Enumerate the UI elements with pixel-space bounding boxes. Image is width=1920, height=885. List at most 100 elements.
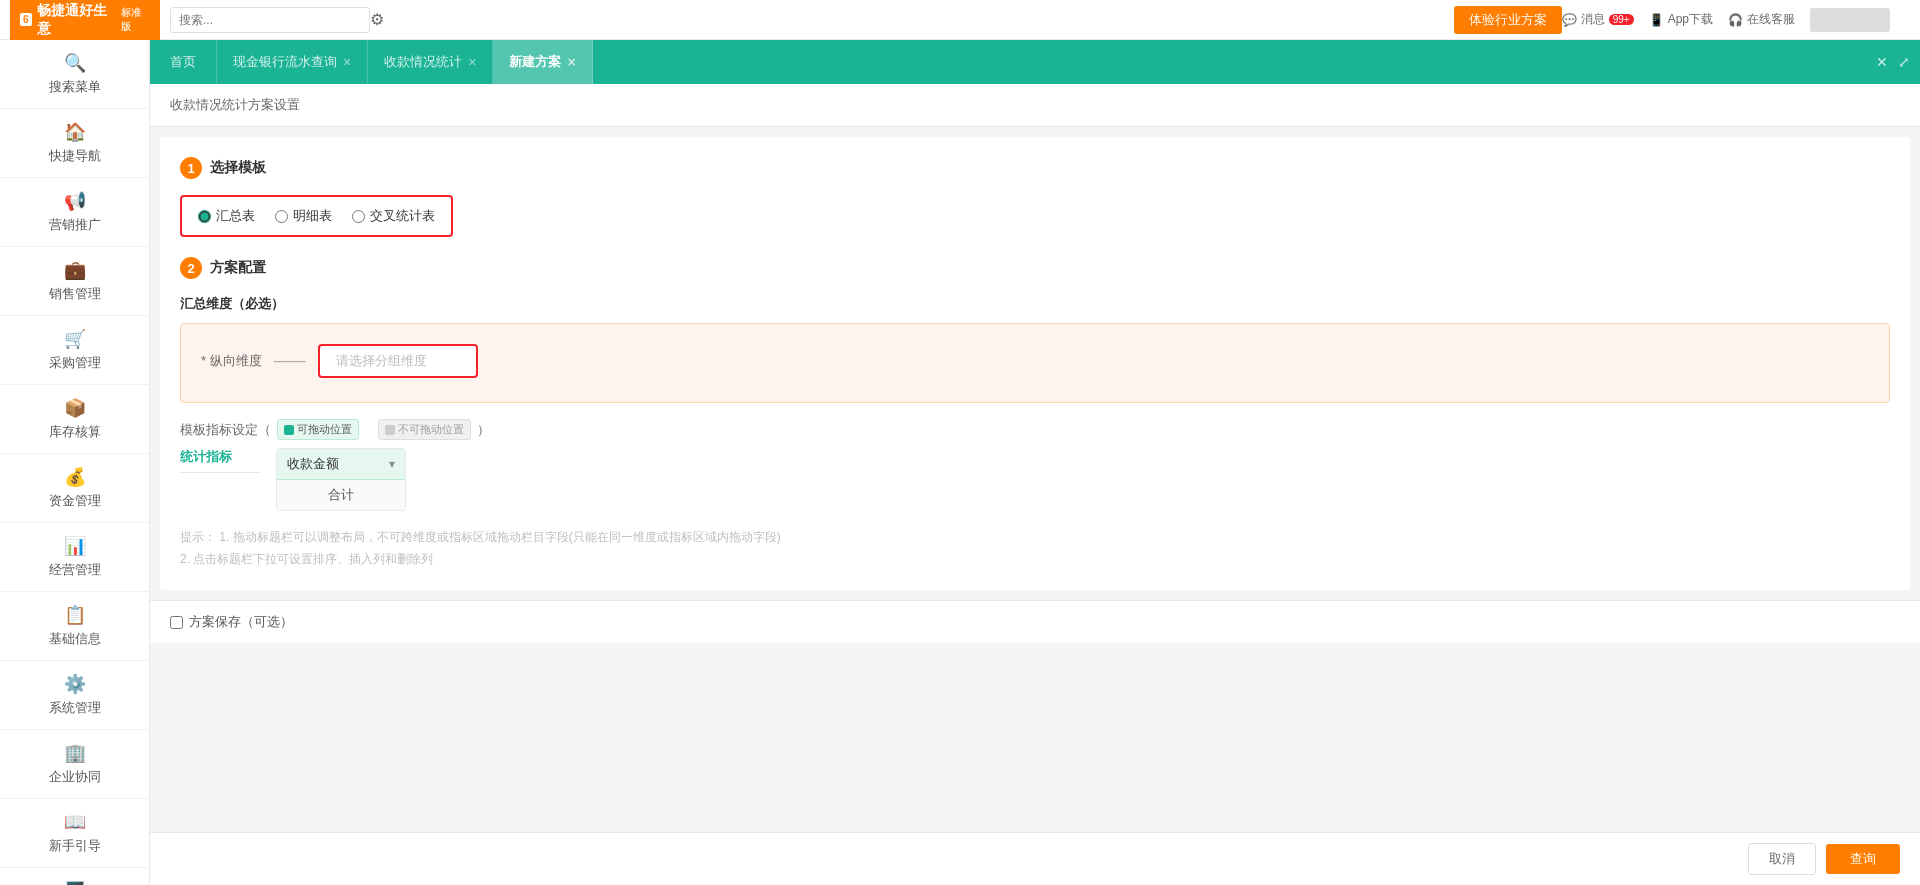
step2-num: 2 [180, 257, 202, 279]
sidebar-item-purchase-label: 采购管理 [49, 354, 101, 372]
window-maximize-icon[interactable]: ⤢ [1898, 54, 1910, 70]
tab-cashflow-close[interactable]: × [343, 54, 351, 70]
home-icon: 🏠 [64, 121, 86, 143]
hardware-icon: 🖥️ [64, 880, 86, 885]
save-checkbox-label[interactable]: 方案保存（可选） [170, 613, 293, 631]
form-section: 1 选择模板 汇总表 明细表 [160, 137, 1910, 590]
save-checkbox[interactable] [170, 616, 183, 629]
radio-summary-label: 汇总表 [216, 207, 255, 225]
sidebar-item-management[interactable]: 📊 经营管理 [0, 523, 149, 592]
finance-icon: 💰 [64, 466, 86, 488]
gear-icon[interactable]: ⚙ [370, 10, 384, 29]
tab-cashflow-label: 现金银行流水查询 [233, 53, 337, 71]
radio-detail[interactable]: 明细表 [275, 207, 332, 225]
dimension-area: * 纵向维度 —— 请选择分组维度 [180, 323, 1890, 403]
sidebar-item-inventory-label: 库存核算 [49, 423, 101, 441]
step1-num: 1 [180, 157, 202, 179]
service-icon: 🎧 [1728, 13, 1743, 27]
topbar-actions: 💬 消息 99+ 📱 App下载 🎧 在线客服 [1562, 8, 1890, 32]
metrics-header: 收款金额 ▾ [277, 449, 405, 480]
tab-bar: 首页 现金银行流水查询 × 收款情况统计 × 新建方案 × ✕ ⤢ [150, 40, 1920, 84]
draggable-dot [284, 425, 294, 435]
page-content: 收款情况统计方案设置 1 选择模板 汇总表 [150, 84, 1920, 832]
enterprise-icon: 🏢 [64, 742, 86, 764]
sidebar-item-system[interactable]: ⚙️ 系统管理 [0, 661, 149, 730]
metrics-row: 合计 [277, 480, 405, 510]
sidebar-item-finance[interactable]: 💰 资金管理 [0, 454, 149, 523]
template-select-group: 汇总表 明细表 交叉统计表 [180, 195, 453, 237]
window-controls: ✕ ⤢ [1866, 40, 1920, 84]
sidebar-item-basics-label: 基础信息 [49, 630, 101, 648]
sidebar-item-hardware[interactable]: 🖥️ 智能硬件 [0, 868, 149, 885]
window-close-icon[interactable]: ✕ [1876, 54, 1888, 70]
sidebar-item-search-label: 搜索菜单 [49, 78, 101, 96]
radio-summary[interactable]: 汇总表 [198, 207, 255, 225]
sidebar-item-guide[interactable]: 📖 新手引导 [0, 799, 149, 868]
tab-receipts[interactable]: 收款情况统计 × [368, 40, 493, 84]
tab-new-plan-label: 新建方案 [509, 53, 561, 71]
metrics-table: 收款金额 ▾ 合计 [276, 448, 406, 511]
hint-line-2: 2. 点击标题栏下拉可设置排序、插入列和删除列 [180, 549, 1890, 571]
online-service-btn[interactable]: 🎧 在线客服 [1728, 11, 1795, 28]
sidebar-item-guide-label: 新手引导 [49, 837, 101, 855]
sidebar-item-search[interactable]: 🔍 搜索菜单 [0, 40, 149, 109]
sidebar-item-management-label: 经营管理 [49, 561, 101, 579]
sidebar-item-marketing-label: 营销推广 [49, 216, 101, 234]
sidebar-item-purchase[interactable]: 🛒 采购管理 [0, 316, 149, 385]
sidebar-item-nav-label: 快捷导航 [49, 147, 101, 165]
sidebar-item-system-label: 系统管理 [49, 699, 101, 717]
query-button[interactable]: 查询 [1826, 844, 1900, 874]
dimension-row: * 纵向维度 —— 请选择分组维度 [201, 344, 1869, 378]
category-column: 统计指标 [180, 448, 260, 511]
sidebar-item-enterprise[interactable]: 🏢 企业协同 [0, 730, 149, 799]
management-icon: 📊 [64, 535, 86, 557]
page-header: 收款情况统计方案设置 [150, 84, 1920, 127]
radio-cross-label: 交叉统计表 [370, 207, 435, 225]
step1-title: 1 选择模板 [180, 157, 1890, 179]
trial-industry-btn[interactable]: 体验行业方案 [1454, 6, 1562, 34]
draggable-tag: 可拖动位置 [277, 419, 359, 440]
metrics-separator [365, 422, 372, 437]
sidebar-item-sales[interactable]: 💼 销售管理 [0, 247, 149, 316]
inventory-icon: 📦 [64, 397, 86, 419]
page-footer: 方案保存（可选） [150, 600, 1920, 643]
radio-cross-input[interactable] [352, 210, 365, 223]
radio-cross[interactable]: 交叉统计表 [352, 207, 435, 225]
tab-new-plan-close[interactable]: × [567, 54, 575, 70]
sidebar-item-basics[interactable]: 📋 基础信息 [0, 592, 149, 661]
sidebar-item-marketing[interactable]: 📢 营销推广 [0, 178, 149, 247]
user-avatar [1810, 8, 1890, 32]
cancel-button[interactable]: 取消 [1748, 843, 1816, 875]
non-draggable-tag: 不可拖动位置 [378, 419, 471, 440]
metrics-config-label: 模板指标设定（ 可拖动位置 不可拖动位置 ） [180, 419, 1890, 440]
tab-cashflow[interactable]: 现金银行流水查询 × [217, 40, 368, 84]
dimension-select-box[interactable]: 请选择分组维度 [318, 344, 478, 378]
marketing-icon: 📢 [64, 190, 86, 212]
metrics-category-title: 统计指标 [180, 448, 260, 473]
content-area: 首页 现金银行流水查询 × 收款情况统计 × 新建方案 × ✕ ⤢ [150, 40, 1920, 885]
tab-home[interactable]: 首页 [150, 40, 217, 84]
service-label: 在线客服 [1747, 11, 1795, 28]
notification-btn[interactable]: 💬 消息 99+ [1562, 11, 1634, 28]
sidebar-item-finance-label: 资金管理 [49, 492, 101, 510]
sidebar-item-sales-label: 销售管理 [49, 285, 101, 303]
sidebar-item-inventory[interactable]: 📦 库存核算 [0, 385, 149, 454]
guide-icon: 📖 [64, 811, 86, 833]
tab-receipts-close[interactable]: × [468, 54, 476, 70]
dimension-subtitle: 汇总维度（必选） [180, 295, 1890, 313]
app-download-btn[interactable]: 📱 App下载 [1649, 11, 1713, 28]
radio-summary-input[interactable] [198, 210, 211, 223]
non-draggable-dot [385, 425, 395, 435]
system-icon: ⚙️ [64, 673, 86, 695]
app-edition: 标准版 [121, 6, 150, 34]
metrics-layout: 统计指标 收款金额 ▾ 合计 [180, 448, 1890, 511]
hint-text: 提示： 1. 拖动标题栏可以调整布局，不可跨维度或指标区域拖动栏目字段(只能在同… [180, 527, 1890, 570]
radio-detail-input[interactable] [275, 210, 288, 223]
dropdown-icon[interactable]: ▾ [389, 457, 395, 471]
step1-label: 选择模板 [210, 159, 266, 177]
radio-detail-label: 明细表 [293, 207, 332, 225]
sidebar: 🔍 搜索菜单 🏠 快捷导航 📢 营销推广 💼 销售管理 🛒 采购管理 📦 库存核… [0, 40, 150, 885]
sidebar-item-nav[interactable]: 🏠 快捷导航 [0, 109, 149, 178]
search-input[interactable] [170, 7, 370, 33]
tab-new-plan[interactable]: 新建方案 × [493, 40, 592, 84]
